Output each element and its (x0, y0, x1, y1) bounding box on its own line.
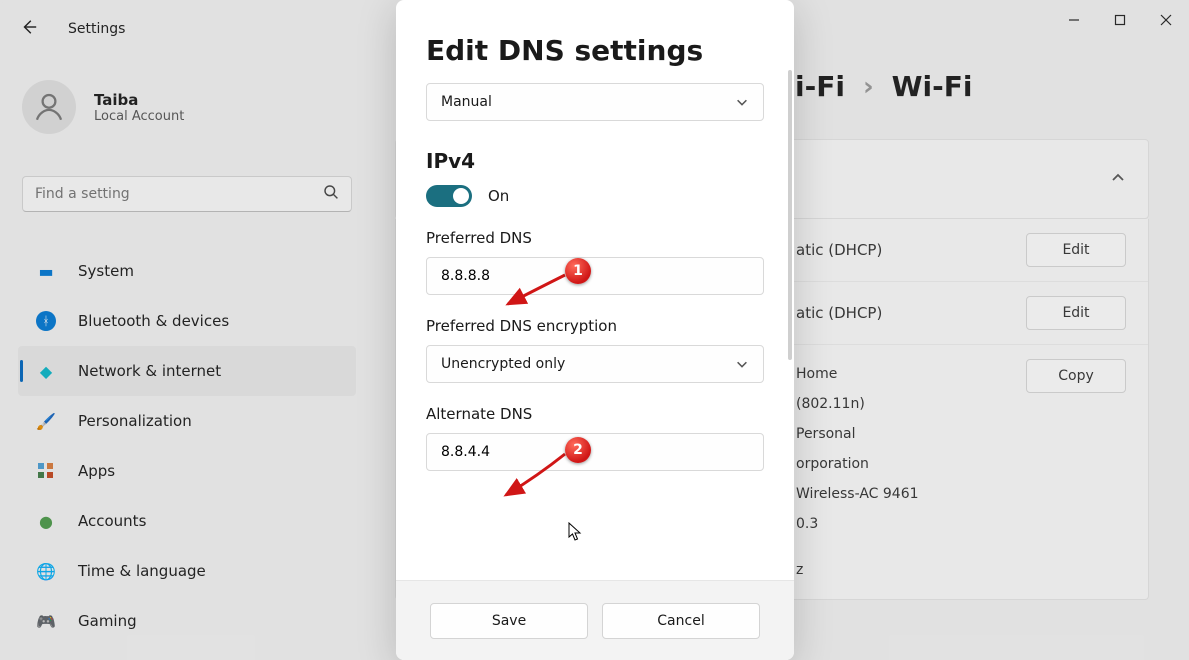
sidebar-item-label: Apps (78, 462, 115, 480)
annotation-badge-2: 2 (565, 437, 591, 463)
preferred-dns-encryption-value: Unencrypted only (441, 356, 565, 372)
person-icon: ● (36, 511, 56, 531)
info-line: Wireless-AC 9461 (796, 479, 1026, 509)
gamepad-icon: 🎮 (36, 611, 56, 631)
sidebar-item-time-language[interactable]: 🌐 Time & language (18, 546, 356, 596)
bluetooth-icon: ᚼ (36, 311, 56, 331)
info-line (796, 539, 1026, 555)
search-icon (323, 184, 339, 204)
brush-icon: 🖌️ (36, 411, 56, 431)
preferred-dns-encryption-label: Preferred DNS encryption (426, 317, 617, 335)
sidebar-item-label: Network & internet (78, 362, 221, 380)
avatar[interactable] (22, 80, 76, 134)
info-line: Home (796, 359, 1026, 389)
edit-button[interactable]: Edit (1026, 296, 1126, 330)
sidebar-item-label: Personalization (78, 412, 192, 430)
search-box[interactable] (22, 176, 352, 212)
sidebar-item-label: Bluetooth & devices (78, 312, 229, 330)
close-button[interactable] (1143, 0, 1189, 40)
edit-button[interactable]: Edit (1026, 233, 1126, 267)
sidebar-item-bluetooth[interactable]: ᚼ Bluetooth & devices (18, 296, 356, 346)
sidebar-item-gaming[interactable]: 🎮 Gaming (18, 596, 356, 646)
chevron-up-icon (1110, 170, 1126, 190)
info-line: 0.3 (796, 509, 1026, 539)
back-button[interactable] (20, 18, 38, 40)
sidebar-item-label: System (78, 262, 134, 280)
preferred-dns-label: Preferred DNS (426, 229, 532, 247)
ipv4-toggle[interactable] (426, 185, 472, 207)
row-value: atic (DHCP) (796, 241, 882, 259)
chevron-down-icon (735, 95, 749, 109)
dns-mode-select[interactable]: Manual (426, 83, 764, 121)
user-block: Taiba Local Account (22, 80, 184, 134)
app-title: Settings (68, 21, 125, 37)
breadcrumb-seg[interactable]: i-Fi (795, 70, 845, 103)
edit-dns-dialog: Edit DNS settings Manual IPv4 On Preferr… (396, 0, 794, 660)
dialog-title: Edit DNS settings (426, 34, 764, 67)
titlebar: Settings (20, 18, 125, 40)
info-line: (802.11n) (796, 389, 1026, 419)
sidebar-item-personalization[interactable]: 🖌️ Personalization (18, 396, 356, 446)
sidebar-item-label: Gaming (78, 612, 137, 630)
chevron-down-icon (735, 357, 749, 371)
apps-icon (36, 461, 56, 481)
row-value: atic (DHCP) (796, 304, 882, 322)
preferred-dns-encryption-select[interactable]: Unencrypted only (426, 345, 764, 383)
ipv4-toggle-label: On (488, 187, 509, 205)
info-line: Personal (796, 419, 1026, 449)
info-line: orporation (796, 449, 1026, 479)
chevron-right-icon: › (863, 72, 874, 102)
display-icon: ▬ (36, 261, 56, 281)
window-controls (1051, 0, 1189, 40)
globe-icon: 🌐 (36, 561, 56, 581)
wifi-icon: ◆ (36, 361, 56, 381)
user-account-type: Local Account (94, 109, 184, 124)
sidebar-item-apps[interactable]: Apps (18, 446, 356, 496)
copy-button[interactable]: Copy (1026, 359, 1126, 393)
sidebar-item-label: Time & language (78, 562, 206, 580)
info-line: z (796, 555, 1026, 585)
preferred-dns-input[interactable] (426, 257, 764, 295)
maximize-button[interactable] (1097, 0, 1143, 40)
alternate-dns-label: Alternate DNS (426, 405, 532, 423)
alternate-dns-input[interactable] (426, 433, 764, 471)
dns-mode-value: Manual (441, 94, 492, 110)
mouse-cursor-icon (568, 522, 582, 542)
annotation-badge-1: 1 (565, 258, 591, 284)
search-input[interactable] (35, 186, 323, 202)
sidebar-item-accounts[interactable]: ● Accounts (18, 496, 356, 546)
dialog-scrollbar[interactable] (788, 70, 792, 360)
minimize-button[interactable] (1051, 0, 1097, 40)
sidebar-item-network[interactable]: ◆ Network & internet (18, 346, 356, 396)
sidebar-item-label: Accounts (78, 512, 146, 530)
ipv4-heading: IPv4 (426, 149, 764, 173)
sidebar-item-system[interactable]: ▬ System (18, 246, 356, 296)
user-name: Taiba (94, 91, 184, 109)
sidebar-nav: ▬ System ᚼ Bluetooth & devices ◆ Network… (18, 246, 356, 646)
breadcrumb-seg: Wi-Fi (892, 70, 973, 103)
cancel-button[interactable]: Cancel (602, 603, 760, 639)
dialog-footer: Save Cancel (396, 580, 794, 660)
save-button[interactable]: Save (430, 603, 588, 639)
